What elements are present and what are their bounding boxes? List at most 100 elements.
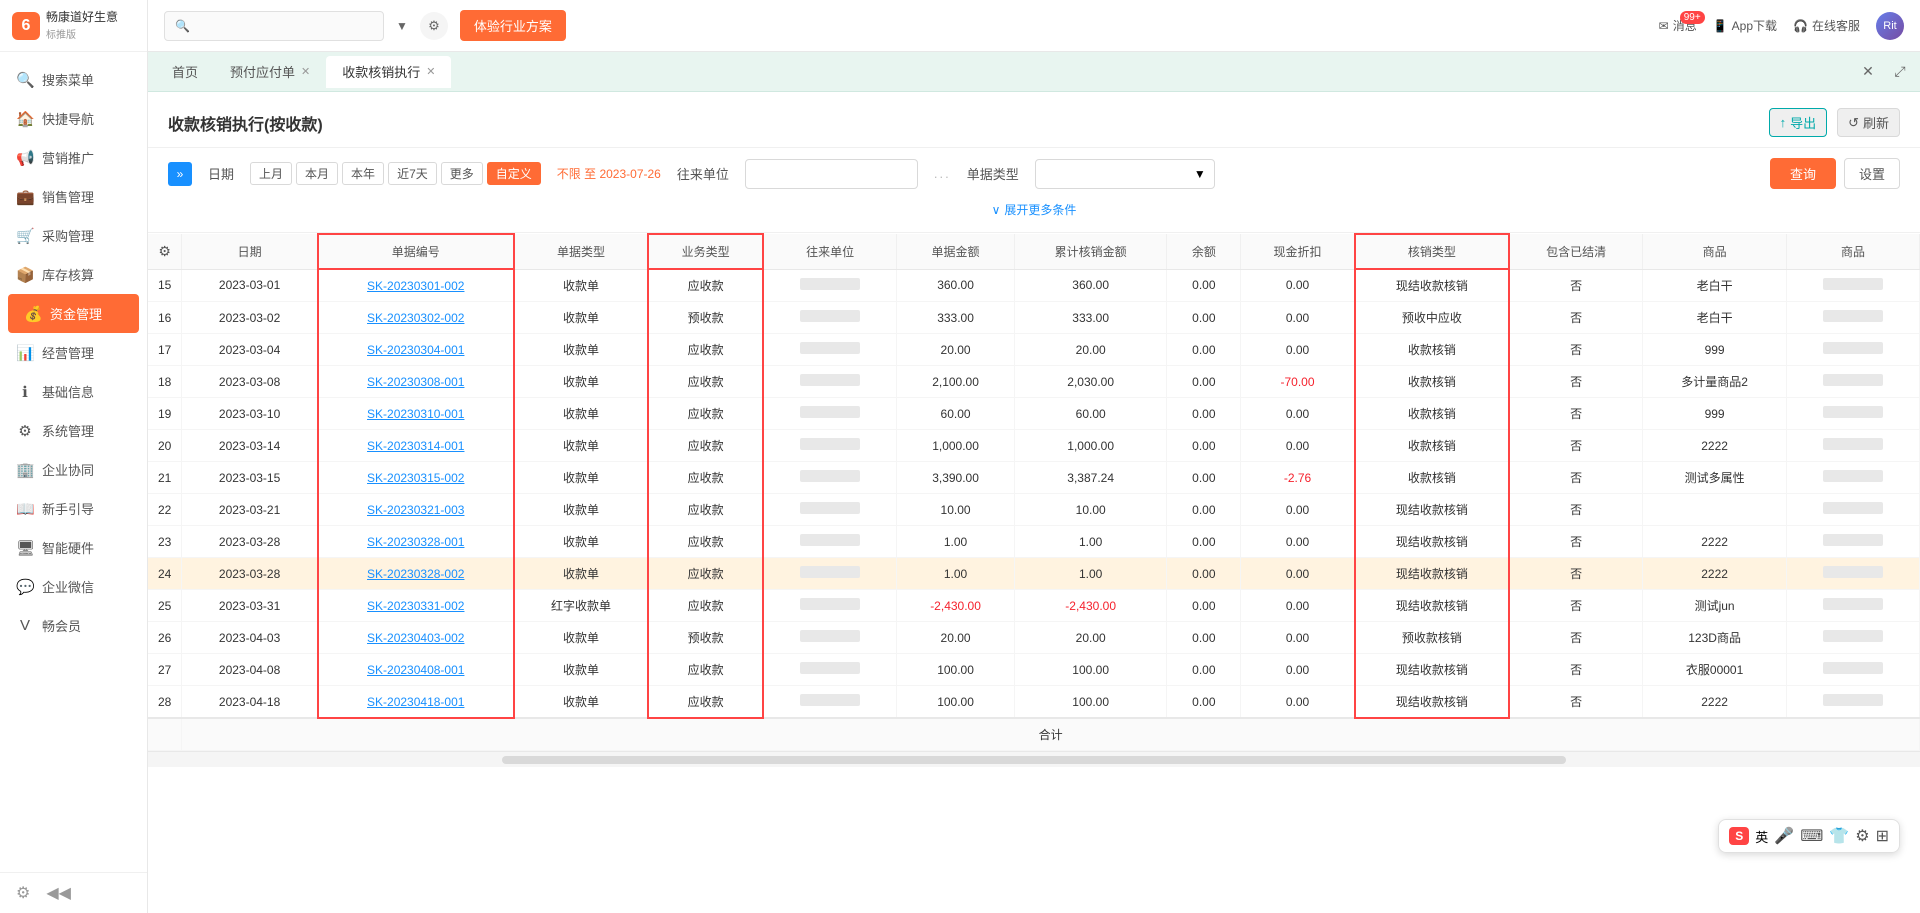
order-no-link[interactable]: SK-20230331-002 — [367, 599, 464, 613]
sidebar-item-basic[interactable]: ℹ 基础信息 — [0, 372, 147, 411]
ime-gear-icon[interactable]: ⚙ — [1855, 826, 1869, 846]
sidebar-nav: 🔍 搜索菜单 🏠 快捷导航 📢 营销推广 💼 销售管理 🛒 采购管理 📦 库存核… — [0, 52, 147, 872]
ime-apps-icon[interactable]: ⊞ — [1876, 826, 1889, 846]
order-no-link[interactable]: SK-20230308-001 — [367, 375, 464, 389]
row-product: 2222 — [1643, 430, 1787, 462]
table-row[interactable]: 27 2023-04-08 SK-20230408-001 收款单 应收款 10… — [148, 654, 1920, 686]
order-no-link[interactable]: SK-20230304-001 — [367, 343, 464, 357]
search-input[interactable] — [196, 19, 373, 33]
table-row[interactable]: 20 2023-03-14 SK-20230314-001 收款单 应收款 1,… — [148, 430, 1920, 462]
table-row[interactable]: 28 2023-04-18 SK-20230418-001 收款单 应收款 10… — [148, 686, 1920, 719]
order-no-link[interactable]: SK-20230301-002 — [367, 279, 464, 293]
topbar-gear-btn[interactable]: ⚙ — [420, 12, 448, 40]
scroll-bar[interactable] — [502, 756, 1565, 764]
sidebar-item-search[interactable]: 🔍 搜索菜单 — [0, 60, 147, 99]
tab-expand-btn[interactable]: ⤢ — [1888, 60, 1912, 84]
order-no-link[interactable]: SK-20230403-002 — [367, 631, 464, 645]
date-this-month-btn[interactable]: 本月 — [296, 162, 338, 185]
sidebar-item-wechat[interactable]: 💬 企业微信 — [0, 567, 147, 606]
order-no-link[interactable]: SK-20230408-001 — [367, 663, 464, 677]
date-more-btn[interactable]: 更多 — [441, 162, 483, 185]
row-counterparty — [763, 430, 897, 462]
table-row[interactable]: 21 2023-03-15 SK-20230315-002 收款单 应收款 3,… — [148, 462, 1920, 494]
table-row[interactable]: 26 2023-04-03 SK-20230403-002 收款单 预收款 20… — [148, 622, 1920, 654]
messages-btn[interactable]: ✉ 消息 99+ — [1659, 17, 1697, 34]
sidebar-item-quicknav[interactable]: 🏠 快捷导航 — [0, 99, 147, 138]
table-row[interactable]: 19 2023-03-10 SK-20230310-001 收款单 应收款 60… — [148, 398, 1920, 430]
table-row[interactable]: 17 2023-03-04 SK-20230304-001 收款单 应收款 20… — [148, 334, 1920, 366]
scroll-area[interactable] — [148, 751, 1920, 767]
export-btn[interactable]: ↑ 导出 — [1769, 108, 1828, 137]
sidebar-item-hardware[interactable]: 🖥 智能硬件 — [0, 528, 147, 567]
order-no-link[interactable]: SK-20230328-001 — [367, 535, 464, 549]
sidebar-item-guide[interactable]: 📖 新手引导 — [0, 489, 147, 528]
tab-verify-close[interactable]: ✕ — [426, 65, 435, 78]
row-counterparty — [763, 494, 897, 526]
collapse-icon[interactable]: ◀◀ — [46, 883, 71, 903]
industry-btn[interactable]: 体验行业方案 — [460, 10, 566, 41]
order-no-link[interactable]: SK-20230328-002 — [367, 567, 464, 581]
row-discount: 0.00 — [1241, 269, 1355, 302]
table-row[interactable]: 18 2023-03-08 SK-20230308-001 收款单 应收款 2,… — [148, 366, 1920, 398]
tab-prepay[interactable]: 预付应付单 ✕ — [214, 56, 326, 88]
table-row[interactable]: 16 2023-03-02 SK-20230302-002 收款单 预收款 33… — [148, 302, 1920, 334]
order-type-select[interactable]: ▼ — [1035, 159, 1215, 189]
messages-badge: 99+ — [1680, 11, 1705, 24]
sidebar-item-marketing[interactable]: 📢 营销推广 — [0, 138, 147, 177]
order-no-link[interactable]: SK-20230321-003 — [367, 503, 464, 517]
ime-shirt-icon[interactable]: 👕 — [1829, 826, 1849, 846]
sidebar-item-corp[interactable]: 🏢 企业协同 — [0, 450, 147, 489]
refresh-btn[interactable]: ↺ 刷新 — [1837, 108, 1900, 137]
sidebar-item-inventory[interactable]: 📦 库存核算 — [0, 255, 147, 294]
table-container[interactable]: ⚙ 日期 单据编号 单据类型 业务类型 往来单位 单据金额 累计核销金额 余额 … — [148, 233, 1920, 913]
row-product: 多计量商品2 — [1643, 366, 1787, 398]
col-settings-th[interactable]: ⚙ — [148, 234, 182, 269]
sidebar-item-operation[interactable]: 📊 经营管理 — [0, 333, 147, 372]
date-last-month-btn[interactable]: 上月 — [250, 162, 292, 185]
order-no-link[interactable]: SK-20230310-001 — [367, 407, 464, 421]
sidebar-item-member[interactable]: V 畅会员 — [0, 606, 147, 645]
tab-prepay-close[interactable]: ✕ — [301, 65, 310, 78]
tab-verify[interactable]: 收款核销执行 ✕ — [326, 56, 451, 88]
service-btn[interactable]: 🎧 在线客服 — [1793, 17, 1860, 34]
date-custom-btn[interactable]: 自定义 — [487, 162, 541, 185]
tab-home[interactable]: 首页 — [156, 56, 214, 88]
table-row[interactable]: 15 2023-03-01 SK-20230301-002 收款单 应收款 36… — [148, 269, 1920, 302]
app-download-btn[interactable]: 📱 App下载 — [1713, 17, 1777, 34]
topbar-dropdown[interactable]: ▼ — [396, 19, 408, 33]
filter-date-btns: 上月 本月 本年 近7天 更多 自定义 — [250, 162, 541, 185]
total-row: 合计 — [148, 718, 1920, 751]
sales-icon: 💼 — [16, 188, 34, 206]
sidebar-item-system[interactable]: ⚙ 系统管理 — [0, 411, 147, 450]
query-btn[interactable]: 查询 — [1770, 158, 1836, 189]
order-no-link[interactable]: SK-20230302-002 — [367, 311, 464, 325]
expand-filter-btn[interactable]: ∨ 展开更多条件 — [168, 197, 1900, 222]
row-date: 2023-03-01 — [182, 269, 318, 302]
order-no-link[interactable]: SK-20230418-001 — [367, 695, 464, 709]
app-version: 标推版 — [46, 26, 118, 41]
order-no-link[interactable]: SK-20230315-002 — [367, 471, 464, 485]
user-area[interactable]: Rit — [1876, 12, 1904, 40]
ime-mic-icon[interactable]: 🎤 — [1774, 826, 1794, 846]
filter-toggle-btn[interactable]: » — [168, 162, 192, 186]
order-no-link[interactable]: SK-20230314-001 — [367, 439, 464, 453]
content-area: 收款核销执行(按收款) ↑ 导出 ↺ 刷新 » 日期 上月 本月 — [148, 92, 1920, 913]
table-row[interactable]: 24 2023-03-28 SK-20230328-002 收款单 应收款 1.… — [148, 558, 1920, 590]
date-7days-btn[interactable]: 近7天 — [388, 162, 437, 185]
table-row[interactable]: 22 2023-03-21 SK-20230321-003 收款单 应收款 10… — [148, 494, 1920, 526]
sidebar-item-sales[interactable]: 💼 销售管理 — [0, 177, 147, 216]
tab-close-btn[interactable]: ✕ — [1856, 60, 1880, 84]
avatar[interactable]: Rit — [1876, 12, 1904, 40]
counterparty-input[interactable] — [745, 159, 918, 189]
table-row[interactable]: 23 2023-03-28 SK-20230328-001 收款单 应收款 1.… — [148, 526, 1920, 558]
ime-keyboard-icon[interactable]: ⌨ — [1800, 826, 1823, 846]
set-btn[interactable]: 设置 — [1844, 158, 1900, 189]
table-row[interactable]: 25 2023-03-31 SK-20230331-002 红字收款单 应收款 … — [148, 590, 1920, 622]
sidebar-item-purchase[interactable]: 🛒 采购管理 — [0, 216, 147, 255]
date-this-year-btn[interactable]: 本年 — [342, 162, 384, 185]
tabs-bar: 首页 预付应付单 ✕ 收款核销执行 ✕ ✕ ⤢ — [148, 52, 1920, 92]
sidebar-item-finance[interactable]: 💰 资金管理 — [8, 294, 139, 333]
topbar-search-area[interactable]: 🔍 — [164, 11, 384, 41]
col-settings-icon[interactable]: ⚙ — [158, 243, 171, 259]
settings-bottom-icon[interactable]: ⚙ — [16, 883, 30, 903]
